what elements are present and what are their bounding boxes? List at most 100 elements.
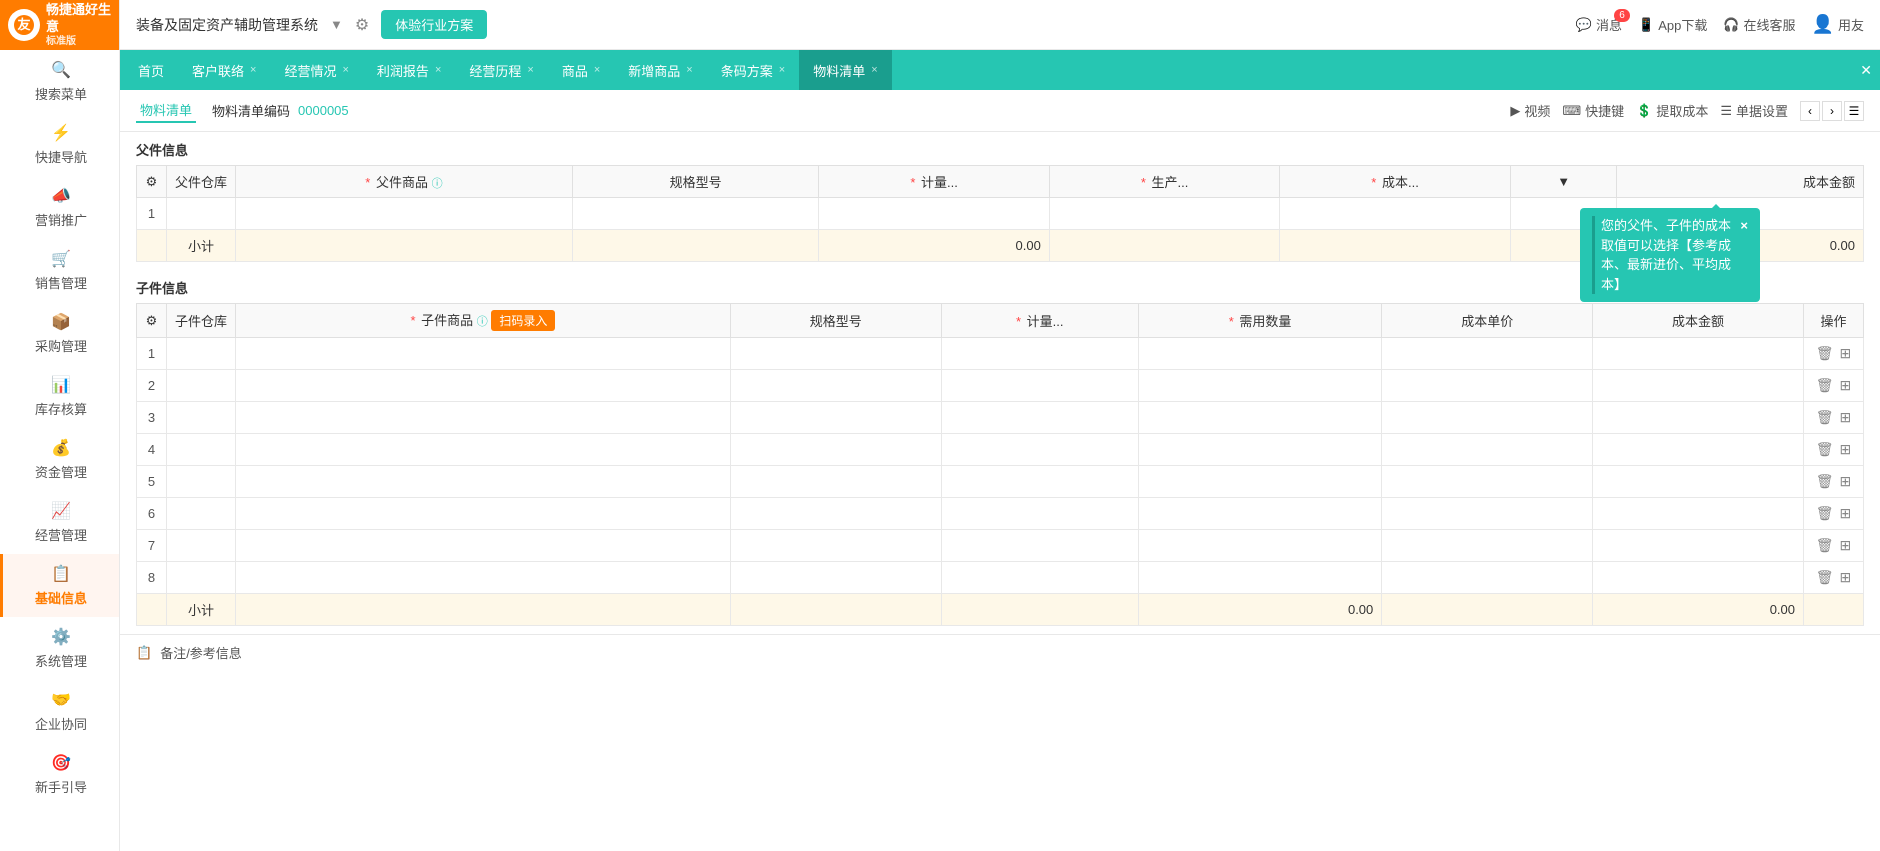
child-qty-5[interactable]	[1138, 466, 1381, 498]
online-service-btn[interactable]: 🎧 在线客服	[1723, 15, 1795, 34]
close-all-btn[interactable]: ✕	[1856, 62, 1876, 79]
child-qty-7[interactable]	[1138, 530, 1381, 562]
child-qty-2[interactable]	[1138, 370, 1381, 402]
child-spec-6[interactable]	[730, 498, 941, 530]
child-spec-8[interactable]	[730, 562, 941, 594]
nav-tab-profit[interactable]: 利润报告×	[363, 50, 455, 90]
sidebar-item-marketing[interactable]: 📣营销推广	[0, 176, 119, 239]
copy-icon-6[interactable]: ⊞	[1840, 505, 1852, 522]
sidebar-item-ops[interactable]: 📈经营管理	[0, 491, 119, 554]
parent-product-cell[interactable]	[236, 198, 573, 230]
child-unit-1[interactable]	[941, 338, 1138, 370]
child-unit-4[interactable]	[941, 434, 1138, 466]
nav-tab-barcode[interactable]: 条码方案×	[707, 50, 799, 90]
child-unit-cost-7[interactable]	[1382, 530, 1593, 562]
child-spec-5[interactable]	[730, 466, 941, 498]
nav-tab-operation[interactable]: 经营情况×	[270, 50, 362, 90]
child-cost-amount-5[interactable]	[1593, 466, 1804, 498]
prev-arrow[interactable]: ‹	[1800, 101, 1820, 121]
child-warehouse-4[interactable]	[167, 434, 236, 466]
child-unit-5[interactable]	[941, 466, 1138, 498]
sub-tab-bom[interactable]: 物料清单	[136, 98, 196, 123]
child-unit-cost-8[interactable]	[1382, 562, 1593, 594]
shortcut-action[interactable]: ⌨ 快捷键	[1562, 101, 1624, 120]
copy-icon-3[interactable]: ⊞	[1840, 409, 1852, 426]
child-unit-cost-1[interactable]	[1382, 338, 1593, 370]
sidebar-item-finance[interactable]: 💰资金管理	[0, 428, 119, 491]
view-action[interactable]: ▶ 视频	[1510, 101, 1550, 120]
nav-tab-home[interactable]: 首页	[124, 50, 178, 90]
child-qty-4[interactable]	[1138, 434, 1381, 466]
child-cost-amount-1[interactable]	[1593, 338, 1804, 370]
child-product-8[interactable]	[236, 562, 731, 594]
delete-icon-7[interactable]: 🗑	[1816, 537, 1834, 554]
child-cost-amount-2[interactable]	[1593, 370, 1804, 402]
child-warehouse-3[interactable]	[167, 402, 236, 434]
tab-close-new_goods[interactable]: ×	[686, 64, 692, 76]
tooltip-close-btn[interactable]: ×	[1740, 216, 1748, 236]
tab-close-goods[interactable]: ×	[594, 64, 600, 76]
child-cost-amount-4[interactable]	[1593, 434, 1804, 466]
extract-cost-action[interactable]: 💲 提取成本	[1636, 101, 1708, 120]
child-product-5[interactable]	[236, 466, 731, 498]
next-arrow[interactable]: ›	[1822, 101, 1842, 121]
child-cost-amount-6[interactable]	[1593, 498, 1804, 530]
child-unit-cost-5[interactable]	[1382, 466, 1593, 498]
child-product-7[interactable]	[236, 530, 731, 562]
child-cost-amount-3[interactable]	[1593, 402, 1804, 434]
child-warehouse-5[interactable]	[167, 466, 236, 498]
child-unit-8[interactable]	[941, 562, 1138, 594]
child-unit-cost-4[interactable]	[1382, 434, 1593, 466]
copy-icon-1[interactable]: ⊞	[1840, 345, 1852, 362]
sidebar-item-sales[interactable]: 🛒销售管理	[0, 239, 119, 302]
parent-spec-cell[interactable]	[572, 198, 818, 230]
child-warehouse-8[interactable]	[167, 562, 236, 594]
child-unit-cost-3[interactable]	[1382, 402, 1593, 434]
child-warehouse-2[interactable]	[167, 370, 236, 402]
sidebar-item-purchase[interactable]: 📦采购管理	[0, 302, 119, 365]
tab-close-customer[interactable]: ×	[250, 64, 256, 76]
child-spec-3[interactable]	[730, 402, 941, 434]
parent-unit-cell[interactable]	[819, 198, 1049, 230]
child-spec-1[interactable]	[730, 338, 941, 370]
tab-close-history[interactable]: ×	[527, 64, 533, 76]
delete-icon-5[interactable]: 🗑	[1816, 473, 1834, 490]
copy-icon-7[interactable]: ⊞	[1840, 537, 1852, 554]
delete-icon-6[interactable]: 🗑	[1816, 505, 1834, 522]
trial-btn[interactable]: 体验行业方案	[381, 10, 487, 39]
delete-icon-2[interactable]: 🗑	[1816, 377, 1834, 394]
child-cost-amount-8[interactable]	[1593, 562, 1804, 594]
child-spec-7[interactable]	[730, 530, 941, 562]
child-gear-col[interactable]: ⚙	[137, 304, 167, 338]
nav-tab-new_goods[interactable]: 新增商品×	[614, 50, 706, 90]
child-qty-1[interactable]	[1138, 338, 1381, 370]
child-cost-amount-7[interactable]	[1593, 530, 1804, 562]
app-download-btn[interactable]: 📱 App下载	[1638, 15, 1707, 34]
delete-icon-1[interactable]: 🗑	[1816, 345, 1834, 362]
scan-btn[interactable]: 扫码录入	[491, 310, 555, 331]
nav-tab-goods[interactable]: 商品×	[548, 50, 614, 90]
tab-close-barcode[interactable]: ×	[779, 64, 785, 76]
child-product-3[interactable]	[236, 402, 731, 434]
delete-icon-8[interactable]: 🗑	[1816, 569, 1834, 586]
parent-cost-cell[interactable]	[1280, 198, 1510, 230]
child-qty-3[interactable]	[1138, 402, 1381, 434]
message-btn[interactable]: 💬 消息 6	[1576, 15, 1622, 34]
user-btn[interactable]: 👤 用友	[1812, 14, 1864, 35]
sidebar-item-system[interactable]: ⚙️系统管理	[0, 617, 119, 680]
sidebar-item-quick_nav[interactable]: ⚡快捷导航	[0, 113, 119, 176]
child-product-2[interactable]	[236, 370, 731, 402]
copy-icon-2[interactable]: ⊞	[1840, 377, 1852, 394]
child-unit-7[interactable]	[941, 530, 1138, 562]
child-qty-6[interactable]	[1138, 498, 1381, 530]
delete-icon-4[interactable]: 🗑	[1816, 441, 1834, 458]
nav-tab-customer[interactable]: 客户联络×	[178, 50, 270, 90]
child-qty-8[interactable]	[1138, 562, 1381, 594]
child-unit-3[interactable]	[941, 402, 1138, 434]
sidebar-item-search[interactable]: 🔍搜索菜单	[0, 50, 119, 113]
child-product-4[interactable]	[236, 434, 731, 466]
nav-tab-bom[interactable]: 物料清单×	[799, 50, 891, 90]
tab-close-bom[interactable]: ×	[871, 64, 877, 76]
copy-icon-8[interactable]: ⊞	[1840, 569, 1852, 586]
nav-tab-history[interactable]: 经营历程×	[455, 50, 547, 90]
